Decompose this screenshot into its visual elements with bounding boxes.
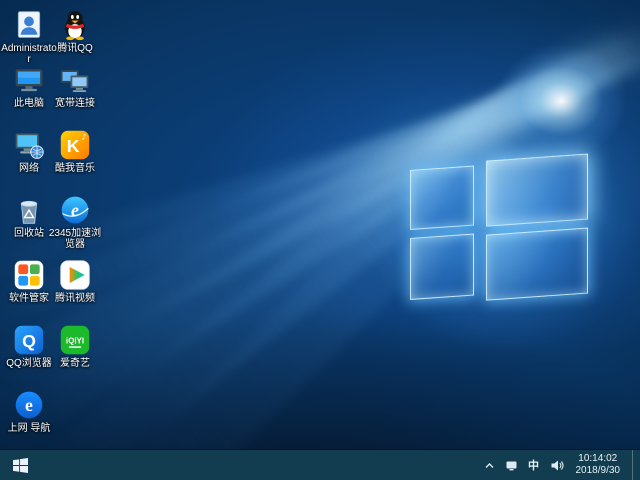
- desktop-icon-label: 网络: [19, 163, 39, 174]
- desktop-icon-internet-navigation[interactable]: e 上网 导航: [1, 389, 57, 434]
- broadband-monitors-icon: [59, 64, 91, 96]
- svg-text:♪: ♪: [81, 133, 86, 142]
- desktop-icon-label: 宽带连接: [55, 98, 95, 109]
- internet-navigation-e-icon: e: [13, 389, 45, 421]
- windows-logo-wallpaper: [410, 154, 586, 312]
- desktop-icon-label: 此电脑: [14, 98, 44, 109]
- window-pane: [410, 166, 474, 230]
- taskbar: 中 10:14:02 2018/9/30: [0, 450, 640, 480]
- svg-text:e: e: [25, 395, 33, 415]
- desktop-icon-label: 回收站: [14, 228, 44, 239]
- desktop-icon-label: 软件管家: [9, 293, 49, 304]
- desktop-icon-label: 2345加速浏览器: [47, 228, 103, 250]
- qq-penguin-icon: [59, 9, 91, 41]
- window-pane: [410, 234, 474, 300]
- start-button[interactable]: [0, 450, 40, 480]
- show-desktop-button[interactable]: [632, 450, 638, 480]
- software-manager-grid-icon: [13, 259, 45, 291]
- tray-ime-indicator[interactable]: 中: [527, 450, 541, 480]
- svg-text:Q: Q: [22, 331, 36, 351]
- svg-text:e: e: [71, 200, 79, 220]
- taskbar-clock[interactable]: 10:14:02 2018/9/30: [573, 453, 624, 477]
- desktop-icon-iqiyi[interactable]: iQIYI 爱奇艺: [47, 324, 103, 369]
- windows-logo-icon: [13, 458, 28, 473]
- system-tray: 中 10:14:02 2018/9/30: [483, 450, 640, 480]
- user-files-icon: [13, 9, 45, 41]
- clock-date: 2018/9/30: [576, 465, 621, 477]
- computer-monitor-icon: [13, 64, 45, 96]
- iqiyi-icon: iQIYI: [59, 324, 91, 356]
- desktop-icon-tencent-qq[interactable]: 腾讯QQ: [47, 9, 103, 54]
- desktop-icon-kuwo-music[interactable]: K ♪ 酷我音乐: [47, 129, 103, 174]
- kuwo-music-icon: K ♪: [59, 129, 91, 161]
- tray-network-icon[interactable]: [505, 450, 518, 480]
- desktop-icon-broadband-connection[interactable]: 宽带连接: [47, 64, 103, 109]
- show-hidden-icons-chevron-icon[interactable]: [483, 450, 496, 480]
- network-globe-icon: [13, 129, 45, 161]
- recycle-bin-icon: [13, 194, 45, 226]
- clock-time: 10:14:02: [576, 453, 621, 465]
- window-pane: [486, 154, 588, 227]
- svg-text:iQIYI: iQIYI: [66, 337, 84, 346]
- light-flare: [494, 44, 628, 158]
- desktop-icon-label: QQ浏览器: [6, 358, 52, 369]
- window-pane: [486, 228, 588, 301]
- desktop-icon-tencent-video[interactable]: 腾讯视频: [47, 259, 103, 304]
- qq-browser-icon: Q: [13, 324, 45, 356]
- desktop-icon-label: 腾讯QQ: [57, 43, 93, 54]
- desktop-icon-label: 爱奇艺: [60, 358, 90, 369]
- desktop-icon-label: 腾讯视频: [55, 293, 95, 304]
- tray-volume-icon[interactable]: [550, 450, 564, 480]
- svg-text:K: K: [67, 136, 80, 156]
- 2345-browser-e-icon: e: [59, 194, 91, 226]
- desktop-icon-2345-browser[interactable]: e 2345加速浏览器: [47, 194, 103, 250]
- tencent-video-play-icon: [59, 259, 91, 291]
- desktop-icon-label: 酷我音乐: [55, 163, 95, 174]
- desktop-icon-label: 上网 导航: [8, 423, 51, 434]
